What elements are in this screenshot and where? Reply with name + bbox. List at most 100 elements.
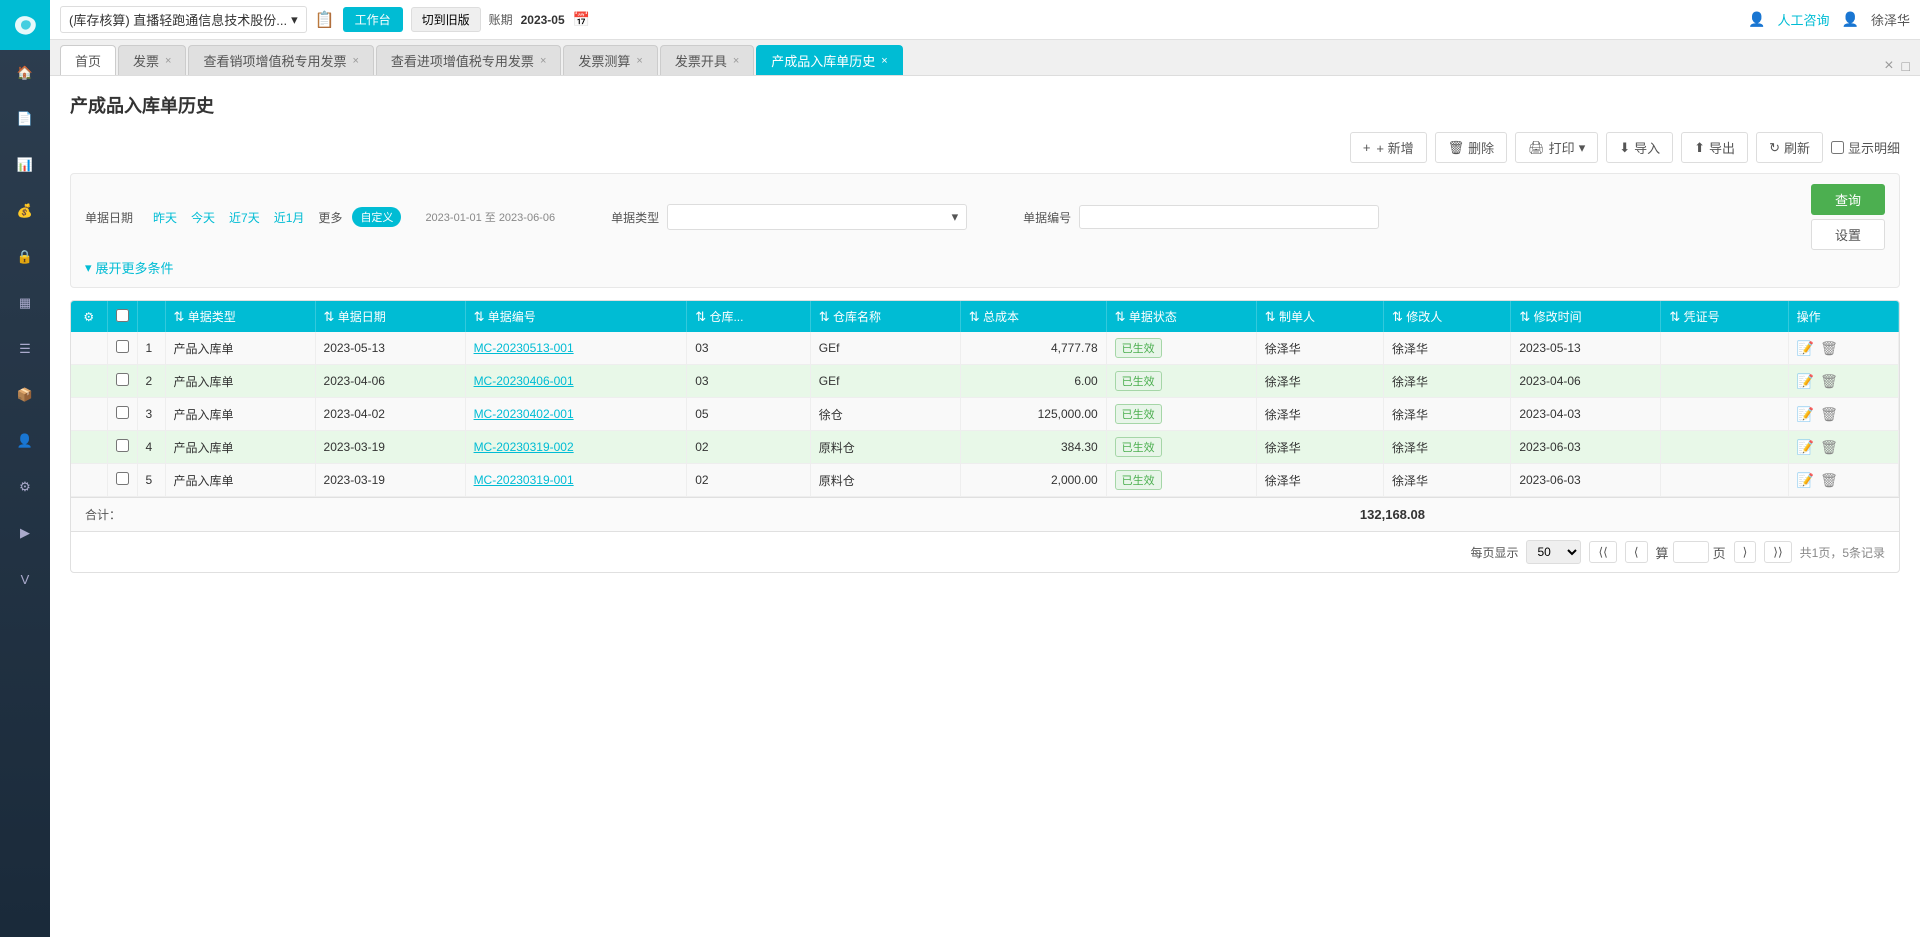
col-settings[interactable]: ⚙	[71, 301, 107, 332]
row-checkbox[interactable]	[116, 340, 129, 353]
more-btn[interactable]: 更多	[314, 207, 346, 228]
tab-check-sales[interactable]: 查看销项增值税专用发票 ×	[188, 45, 373, 75]
show-detail-checkbox[interactable]	[1831, 141, 1844, 154]
today-btn[interactable]: 今天	[187, 207, 219, 228]
edit-icon[interactable]: 📝	[1797, 340, 1814, 357]
switch-version-button[interactable]: 切到旧版	[411, 7, 481, 32]
row-checkbox[interactable]	[116, 439, 129, 452]
expand-filter-btn[interactable]: ▾ 展开更多条件	[85, 258, 1885, 277]
row-number-cell[interactable]: MC-20230319-001	[465, 464, 687, 497]
tab-invoice[interactable]: 发票 ×	[118, 45, 186, 75]
sidebar-item-money[interactable]: 💰	[0, 188, 50, 234]
sidebar-item-lock[interactable]: 🔒	[0, 234, 50, 280]
edit-icon[interactable]: 📝	[1797, 472, 1814, 489]
sidebar-item-settings2[interactable]: ⚙	[0, 464, 50, 510]
sidebar-item-home[interactable]: 🏠	[0, 50, 50, 96]
last1month-btn[interactable]: 近1月	[270, 207, 309, 228]
tab-product-in[interactable]: 产成品入库单历史 ×	[756, 45, 902, 75]
col-date[interactable]: ⇅ 单据日期	[315, 301, 465, 332]
row-checkbox-cell[interactable]	[107, 398, 137, 431]
refresh-button[interactable]: ↻ 刷新	[1756, 132, 1823, 163]
last7days-btn[interactable]: 近7天	[225, 207, 264, 228]
col-number[interactable]: ⇅ 单据编号	[465, 301, 687, 332]
col-modify-time[interactable]: ⇅ 修改时间	[1511, 301, 1661, 332]
help-label[interactable]: 人工咨询	[1778, 10, 1830, 29]
row-checkbox-cell[interactable]	[107, 431, 137, 464]
edit-icon[interactable]: 📝	[1797, 406, 1814, 423]
sidebar-item-chart[interactable]: 📊	[0, 142, 50, 188]
col-checkbox[interactable]	[107, 301, 137, 332]
col-warehouse-code[interactable]: ⇅ 仓库...	[687, 301, 811, 332]
col-status[interactable]: ⇅ 单据状态	[1106, 301, 1256, 332]
new-button[interactable]: + + 新增	[1350, 132, 1427, 163]
number-input[interactable]	[1079, 205, 1379, 229]
row-number-cell[interactable]: MC-20230406-001	[465, 365, 687, 398]
query-button[interactable]: 查询	[1811, 184, 1885, 215]
tab-home[interactable]: 首页	[60, 45, 116, 75]
first-page-btn[interactable]: ⟨⟨	[1589, 541, 1616, 563]
calendar-icon[interactable]: 📅	[573, 11, 590, 28]
per-page-select[interactable]: 50 10 20 100	[1526, 540, 1581, 564]
import-button[interactable]: ⬇ 导入	[1606, 132, 1673, 163]
show-detail-toggle[interactable]: 显示明细	[1831, 138, 1900, 157]
company-selector[interactable]: (库存核算) 直播轻跑通信息技术股份... ▾	[60, 6, 307, 33]
trash-icon[interactable]: 🗑	[1820, 406, 1838, 423]
row-number-cell[interactable]: MC-20230319-002	[465, 431, 687, 464]
col-warehouse-name[interactable]: ⇅ 仓库名称	[810, 301, 960, 332]
tab-check-purchase[interactable]: 查看进项增值税专用发票 ×	[376, 45, 561, 75]
page-input[interactable]: 1	[1673, 541, 1709, 563]
tab-check-sales-close[interactable]: ×	[352, 55, 358, 67]
sidebar-item-box[interactable]: 📦	[0, 372, 50, 418]
tab-invoice-calc[interactable]: 发票测算 ×	[563, 45, 657, 75]
col-modifier[interactable]: ⇅ 修改人	[1384, 301, 1511, 332]
row-checkbox[interactable]	[116, 406, 129, 419]
row-action-cell: 📝 🗑	[1788, 365, 1898, 398]
col-voucher[interactable]: ⇅ 凭证号	[1661, 301, 1788, 332]
tab-check-purchase-close[interactable]: ×	[540, 55, 546, 67]
col-creator[interactable]: ⇅ 制单人	[1256, 301, 1383, 332]
row-checkbox-cell[interactable]	[107, 332, 137, 365]
row-checkbox[interactable]	[116, 472, 129, 485]
trash-icon[interactable]: 🗑	[1820, 472, 1838, 489]
row-number-cell[interactable]: MC-20230402-001	[465, 398, 687, 431]
select-all-checkbox[interactable]	[116, 309, 129, 322]
delete-button[interactable]: 🗑 删除	[1435, 132, 1508, 163]
row-checkbox-cell[interactable]	[107, 464, 137, 497]
print-button[interactable]: 🖨 打印 ▾	[1515, 132, 1598, 163]
type-select[interactable]: ▾	[667, 204, 967, 230]
export-button[interactable]: ⬆ 导出	[1681, 132, 1748, 163]
set-button[interactable]: 设置	[1811, 219, 1885, 250]
tab-invoice-open-close[interactable]: ×	[733, 55, 739, 67]
prev-page-btn[interactable]: ⟨	[1625, 541, 1648, 563]
sidebar-item-list[interactable]: ☰	[0, 326, 50, 372]
sidebar-item-person[interactable]: 👤	[0, 418, 50, 464]
tab-invoice-calc-close[interactable]: ×	[636, 55, 642, 67]
sidebar-item-doc[interactable]: 📄	[0, 96, 50, 142]
row-checkbox[interactable]	[116, 373, 129, 386]
edit-icon[interactable]: 📝	[1797, 439, 1814, 456]
tab-invoice-open[interactable]: 发票开具 ×	[660, 45, 754, 75]
window-close-button[interactable]: ×	[1884, 57, 1893, 75]
col-total-cost[interactable]: ⇅ 总成本	[960, 301, 1106, 332]
tab-product-in-close[interactable]: ×	[881, 55, 887, 67]
row-number-cell[interactable]: MC-20230513-001	[465, 332, 687, 365]
row-checkbox-cell[interactable]	[107, 365, 137, 398]
sidebar-item-v[interactable]: V	[0, 556, 50, 602]
col-type[interactable]: ⇅ 单据类型	[165, 301, 315, 332]
tab-invoice-close[interactable]: ×	[165, 55, 171, 67]
sidebar-item-play[interactable]: ▶	[0, 510, 50, 556]
user-label[interactable]: 徐泽华	[1871, 10, 1910, 29]
edit-icon[interactable]: 📝	[1797, 373, 1814, 390]
row-settings-cell	[71, 431, 107, 464]
trash-icon[interactable]: 🗑	[1820, 340, 1838, 357]
trash-icon[interactable]: 🗑	[1820, 439, 1838, 456]
row-creator-cell: 徐泽华	[1256, 365, 1383, 398]
trash-icon[interactable]: 🗑	[1820, 373, 1838, 390]
window-max-button[interactable]: □	[1902, 58, 1910, 74]
next-page-btn[interactable]: ⟩	[1734, 541, 1757, 563]
custom-btn[interactable]: 自定义	[352, 207, 401, 227]
yesterday-btn[interactable]: 昨天	[149, 207, 181, 228]
last-page-btn[interactable]: ⟩⟩	[1764, 541, 1791, 563]
sidebar-item-grid[interactable]: ▦	[0, 280, 50, 326]
workbench-button[interactable]: 工作台	[343, 7, 403, 32]
